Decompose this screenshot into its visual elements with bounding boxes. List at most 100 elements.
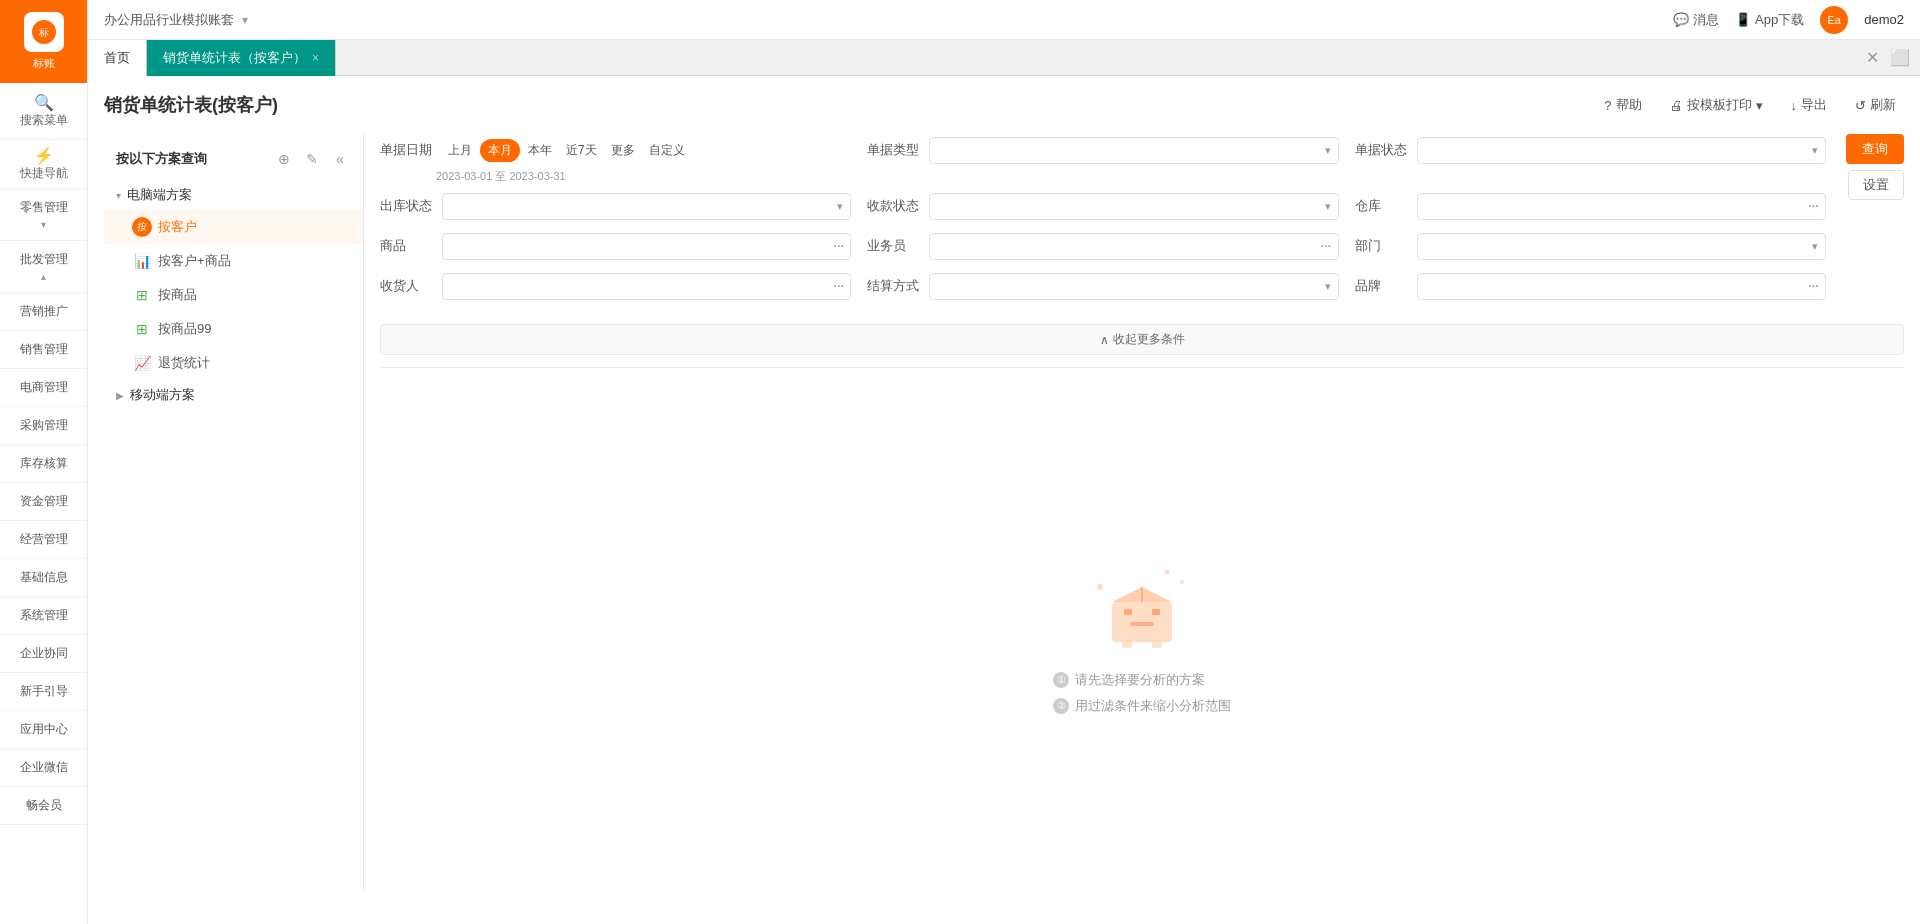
tree-section: ▾ 电脑端方案 按 按客户 📊 按客户+商品 ⊞ bbox=[104, 176, 363, 414]
sidebar-item-ecommerce[interactable]: 电商管理 bbox=[0, 369, 87, 407]
status-label: 单据状态 bbox=[1355, 141, 1411, 159]
sidebar-item-system[interactable]: 系统管理 bbox=[0, 597, 87, 635]
goods-input[interactable] bbox=[442, 233, 851, 260]
staff-input[interactable] bbox=[929, 233, 1338, 260]
panel-collapse-btn[interactable]: « bbox=[329, 148, 351, 170]
settings-btn[interactable]: 设置 bbox=[1848, 170, 1904, 200]
tab-sales-stats[interactable]: 销货单统计表（按客户） × bbox=[147, 40, 336, 76]
date-tab-7days[interactable]: 近7天 bbox=[560, 139, 603, 162]
collapse-bar[interactable]: ∧ 收起更多条件 bbox=[380, 324, 1904, 355]
receiver-label: 收货人 bbox=[380, 277, 436, 295]
tree-item-by-goods[interactable]: ⊞ 按商品 bbox=[104, 278, 363, 312]
message-icon: 💬 bbox=[1673, 12, 1689, 27]
sidebar-item-purchase[interactable]: 采购管理 bbox=[0, 407, 87, 445]
user-initials: Ea bbox=[1828, 14, 1841, 26]
sidebar-item-wechat[interactable]: 企业微信 bbox=[0, 749, 87, 787]
pay-status-label: 收款状态 bbox=[867, 197, 923, 215]
payment-select[interactable] bbox=[929, 273, 1338, 300]
user-name: demo2 bbox=[1864, 12, 1904, 27]
tab-close-icon[interactable]: × bbox=[312, 51, 319, 65]
marketing-label: 营销推广 bbox=[20, 303, 68, 320]
tree-group-mobile-header[interactable]: ▶ 移动端方案 bbox=[104, 380, 363, 410]
purchase-label: 采购管理 bbox=[20, 417, 68, 434]
warehouse-input[interactable] bbox=[1417, 193, 1826, 220]
header-right: 💬 消息 📱 App下载 Ea demo2 bbox=[1673, 6, 1904, 34]
date-range-text: 2023-03-01 至 2023-03-31 bbox=[436, 170, 566, 182]
help-label: 帮助 bbox=[1616, 96, 1642, 114]
window-maximize-btn[interactable]: ⬜ bbox=[1888, 46, 1912, 70]
export-btn[interactable]: ↓ 导出 bbox=[1783, 92, 1836, 118]
sidebar-item-marketing[interactable]: 营销推广 bbox=[0, 293, 87, 331]
tree-item-by-customer[interactable]: 按 按客户 bbox=[104, 210, 363, 244]
receiver-dots-icon[interactable]: ··· bbox=[833, 278, 843, 294]
app-download-btn[interactable]: 📱 App下载 bbox=[1735, 11, 1804, 29]
sidebar-item-operations[interactable]: 经营管理 bbox=[0, 521, 87, 559]
date-tab-this-year[interactable]: 本年 bbox=[522, 139, 558, 162]
receiver-input[interactable] bbox=[442, 273, 851, 300]
sidebar-item-inventory[interactable]: 库存核算 bbox=[0, 445, 87, 483]
export-label: 导出 bbox=[1801, 96, 1827, 114]
svg-point-5 bbox=[1097, 584, 1103, 590]
sidebar-item-appcenter[interactable]: 应用中心 bbox=[0, 711, 87, 749]
top-header: 办公用品行业模拟账套 ▾ 💬 消息 📱 App下载 Ea demo2 bbox=[88, 0, 1920, 40]
empty-illustration bbox=[1082, 552, 1202, 652]
date-control: 上月 本月 本年 近7天 更多 自定义 bbox=[442, 139, 851, 162]
filter-date: 单据日期 上月 本月 本年 近7天 bbox=[380, 134, 851, 166]
message-btn[interactable]: 💬 消息 bbox=[1673, 11, 1719, 29]
sidebar-item-search[interactable]: 🔍 搜索菜单 bbox=[0, 83, 87, 140]
warehouse-dots-icon[interactable]: ··· bbox=[1808, 198, 1818, 214]
sidebar-item-enterprise[interactable]: 企业协同 bbox=[0, 635, 87, 673]
app-download-label: App下载 bbox=[1755, 11, 1804, 29]
staff-dots-icon[interactable]: ··· bbox=[1320, 238, 1330, 254]
tree-item-return-stats[interactable]: 📈 退货统计 bbox=[104, 346, 363, 380]
help-btn[interactable]: ? 帮助 bbox=[1596, 92, 1649, 118]
brand-dots-icon[interactable]: ··· bbox=[1808, 278, 1818, 294]
logo[interactable]: 标 标账 bbox=[0, 0, 87, 83]
system-label: 系统管理 bbox=[20, 607, 68, 624]
window-close-btn[interactable]: ✕ bbox=[1860, 46, 1884, 70]
date-tab-this-month[interactable]: 本月 bbox=[480, 139, 520, 162]
svg-point-7 bbox=[1165, 569, 1170, 574]
add-icon: ⊕ bbox=[278, 151, 290, 167]
divider bbox=[380, 367, 1904, 368]
sidebar-item-newuser[interactable]: 新手引导 bbox=[0, 673, 87, 711]
sidebar-item-basic[interactable]: 基础信息 bbox=[0, 559, 87, 597]
tree-item-by-goods-99[interactable]: ⊞ 按商品99 bbox=[104, 312, 363, 346]
tip-2-text: 用过滤条件来缩小分析范围 bbox=[1075, 697, 1231, 715]
type-select[interactable] bbox=[929, 137, 1338, 164]
out-status-select[interactable] bbox=[442, 193, 851, 220]
tab-home[interactable]: 首页 bbox=[88, 40, 147, 76]
sidebar-item-wholesale[interactable]: 批发管理 ▴ bbox=[0, 241, 87, 293]
tree-item-by-customer-goods[interactable]: 📊 按客户+商品 bbox=[104, 244, 363, 278]
dept-select[interactable] bbox=[1417, 233, 1826, 260]
sidebar-item-sales[interactable]: 销售管理 bbox=[0, 331, 87, 369]
user-avatar[interactable]: Ea bbox=[1820, 6, 1848, 34]
header-dropdown-icon[interactable]: ▾ bbox=[242, 13, 248, 27]
newuser-label: 新手引导 bbox=[20, 683, 68, 700]
print-btn[interactable]: 🖨 按模板打印 ▾ bbox=[1662, 92, 1771, 118]
date-tab-last-month[interactable]: 上月 bbox=[442, 139, 478, 162]
date-tab-more[interactable]: 更多 bbox=[605, 139, 641, 162]
goods-dots-icon[interactable]: ··· bbox=[833, 238, 843, 254]
vip-label: 畅会员 bbox=[26, 797, 62, 814]
date-tab-custom[interactable]: 自定义 bbox=[643, 139, 691, 162]
status-select[interactable] bbox=[1417, 137, 1826, 164]
empty-tip-2: ② 用过滤条件来缩小分析范围 bbox=[1053, 697, 1231, 715]
retail-arrow: ▾ bbox=[41, 219, 46, 230]
sidebar-item-retail[interactable]: 零售管理 ▾ bbox=[0, 189, 87, 241]
brand-input[interactable] bbox=[1417, 273, 1826, 300]
status-control: ▾ bbox=[1417, 137, 1826, 164]
refresh-btn[interactable]: ↺ 刷新 bbox=[1847, 92, 1904, 118]
sidebar-item-vip[interactable]: 畅会员 bbox=[0, 787, 87, 825]
pay-status-select[interactable] bbox=[929, 193, 1338, 220]
sidebar-item-finance[interactable]: 资金管理 bbox=[0, 483, 87, 521]
pay-status-control: ▾ bbox=[929, 193, 1338, 220]
filter-payment: 结算方式 ▾ bbox=[867, 270, 1338, 302]
panel-add-btn[interactable]: ⊕ bbox=[273, 148, 295, 170]
logo-icon: 标 bbox=[24, 12, 64, 52]
panel-edit-btn[interactable]: ✎ bbox=[301, 148, 323, 170]
goods-control: ··· bbox=[442, 233, 851, 260]
tree-group-desktop-header[interactable]: ▾ 电脑端方案 bbox=[104, 180, 363, 210]
sidebar-item-quicknav[interactable]: ⚡ 快捷导航 bbox=[0, 140, 87, 189]
query-btn[interactable]: 查询 bbox=[1846, 134, 1904, 164]
